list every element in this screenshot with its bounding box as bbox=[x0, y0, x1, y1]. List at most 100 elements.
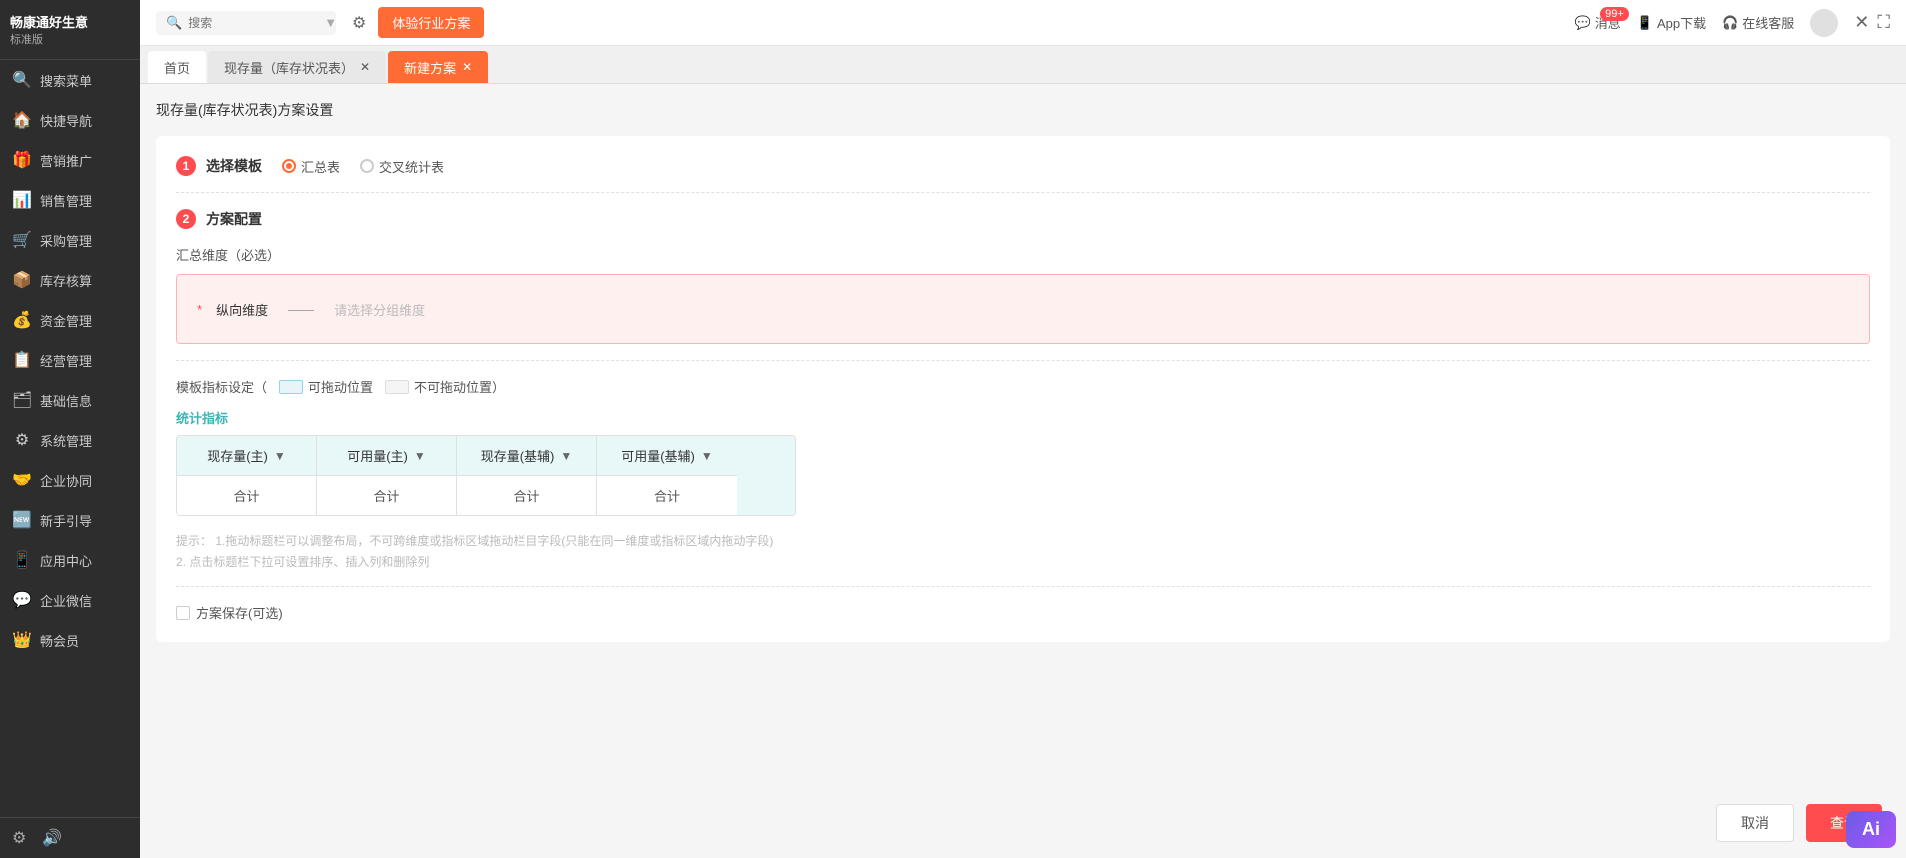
sidebar-item-sales[interactable]: 📊 销售管理 bbox=[0, 180, 140, 220]
sidebar-item-member[interactable]: 👑 畅会员 bbox=[0, 620, 140, 660]
finance-icon: 💰 bbox=[12, 310, 32, 330]
sidebar: 畅康通好生意 标准版 🔍 搜索菜单 🏠 快捷导航 🎁 营销推广 📊 销售管理 🛒… bbox=[0, 0, 140, 858]
industry-solution-button[interactable]: 体验行业方案 bbox=[378, 7, 484, 38]
non-draggable-legend-text: 不可拖动位置） bbox=[414, 377, 505, 396]
sidebar-item-label: 畅会员 bbox=[40, 631, 79, 650]
tab-home[interactable]: 首页 bbox=[148, 51, 206, 83]
radio-dot-cross bbox=[360, 159, 374, 173]
tab-inventory-status[interactable]: 现存量（库存状况表） ✕ bbox=[208, 51, 386, 83]
stats-col-3-label: 可用量(基辅) bbox=[621, 446, 695, 465]
stats-col-0-header[interactable]: 现存量(主) ▼ bbox=[177, 436, 316, 476]
search-input[interactable] bbox=[188, 16, 318, 30]
message-icon: 💬 bbox=[1575, 15, 1591, 31]
non-draggable-legend: 不可拖动位置） bbox=[385, 377, 505, 396]
purchase-icon: 🛒 bbox=[12, 230, 32, 250]
user-avatar[interactable] bbox=[1810, 9, 1838, 37]
dimension-dash: —— bbox=[288, 302, 314, 317]
tab-home-label: 首页 bbox=[164, 58, 190, 77]
expand-window-icon[interactable]: ⛶ bbox=[1877, 12, 1890, 33]
radio-summary-table[interactable]: 汇总表 bbox=[282, 157, 340, 176]
sidebar-item-inventory[interactable]: 📦 库存核算 bbox=[0, 260, 140, 300]
template-radio-group: 汇总表 交叉统计表 bbox=[282, 157, 444, 176]
stats-col-2: 现存量(基辅) ▼ 合计 bbox=[457, 436, 597, 515]
sidebar-item-wechat[interactable]: 💬 企业微信 bbox=[0, 580, 140, 620]
sidebar-item-cooperation[interactable]: 🤝 企业协同 bbox=[0, 460, 140, 500]
divider-1 bbox=[176, 192, 1870, 193]
sidebar-item-guide[interactable]: 🆕 新手引导 bbox=[0, 500, 140, 540]
sidebar-item-quick-nav[interactable]: 🏠 快捷导航 bbox=[0, 100, 140, 140]
app-name: 畅康通好生意 bbox=[10, 12, 130, 31]
sidebar-item-purchase[interactable]: 🛒 采购管理 bbox=[0, 220, 140, 260]
dropdown-icon: ▼ bbox=[324, 15, 337, 30]
indicator-settings-label: 模板指标设定（ bbox=[176, 377, 267, 396]
app-center-icon: 📱 bbox=[12, 550, 32, 570]
stats-section-label: 统计指标 bbox=[176, 408, 1870, 427]
sidebar-item-label: 系统管理 bbox=[40, 431, 92, 450]
online-service-label: 在线客服 bbox=[1742, 13, 1794, 32]
stats-col-1-header[interactable]: 可用量(主) ▼ bbox=[317, 436, 456, 476]
sidebar-nav: 🔍 搜索菜单 🏠 快捷导航 🎁 营销推广 📊 销售管理 🛒 采购管理 📦 库存核… bbox=[0, 60, 140, 817]
sidebar-item-label: 经营管理 bbox=[40, 351, 92, 370]
online-service-item[interactable]: 🎧 在线客服 bbox=[1722, 13, 1794, 32]
wechat-icon: 💬 bbox=[12, 590, 32, 610]
divider-2 bbox=[176, 360, 1870, 361]
window-controls: ✕ ⛶ bbox=[1854, 12, 1890, 33]
tabs-bar: 首页 现存量（库存状况表） ✕ 新建方案 ✕ bbox=[140, 46, 1906, 84]
stats-col-0-label: 现存量(主) bbox=[207, 446, 268, 465]
radio-cross-label: 交叉统计表 bbox=[379, 157, 444, 176]
chevron-down-icon-1: ▼ bbox=[414, 449, 426, 463]
topbar-right: 💬 消息 99+ 📱 App下载 🎧 在线客服 ✕ ⛶ bbox=[1575, 9, 1890, 37]
tab-inventory-status-close[interactable]: ✕ bbox=[360, 60, 370, 74]
draggable-legend: 可拖动位置 bbox=[279, 377, 373, 396]
stats-col-3-cell: 合计 bbox=[597, 476, 737, 515]
settings-gear-icon[interactable]: ⚙ bbox=[352, 13, 366, 33]
settings-icon[interactable]: ⚙ bbox=[12, 828, 26, 848]
radio-cross-table[interactable]: 交叉统计表 bbox=[360, 157, 444, 176]
system-icon: ⚙ bbox=[12, 430, 32, 450]
save-checkbox-label[interactable]: 方案保存(可选) bbox=[176, 603, 283, 622]
sidebar-item-marketing[interactable]: 🎁 营销推广 bbox=[0, 140, 140, 180]
dimension-selector-box[interactable]: * 纵向维度 —— 请选择分组维度 bbox=[176, 274, 1870, 344]
sidebar-item-label: 企业协同 bbox=[40, 471, 92, 490]
speaker-icon[interactable]: 🔊 bbox=[42, 828, 62, 848]
sidebar-item-finance[interactable]: 💰 资金管理 bbox=[0, 300, 140, 340]
chevron-down-icon-3: ▼ bbox=[701, 449, 713, 463]
app-edition: 标准版 bbox=[10, 31, 130, 47]
sidebar-item-app-center[interactable]: 📱 应用中心 bbox=[0, 540, 140, 580]
cancel-button[interactable]: 取消 bbox=[1716, 804, 1794, 842]
marketing-icon: 🎁 bbox=[12, 150, 32, 170]
draggable-legend-text: 可拖动位置 bbox=[308, 377, 373, 396]
inventory-icon: 📦 bbox=[12, 270, 32, 290]
stats-col-2-label: 现存量(基辅) bbox=[481, 446, 555, 465]
quick-nav-icon: 🏠 bbox=[12, 110, 32, 130]
save-checkbox[interactable] bbox=[176, 606, 190, 620]
stats-col-3-header[interactable]: 可用量(基辅) ▼ bbox=[597, 436, 737, 476]
sidebar-item-label: 营销推广 bbox=[40, 151, 92, 170]
cooperation-icon: 🤝 bbox=[12, 470, 32, 490]
settings-card: 1 选择模板 汇总表 交叉统计表 2 方案 bbox=[156, 136, 1890, 642]
step1-row: 1 选择模板 汇总表 交叉统计表 bbox=[176, 156, 1870, 176]
save-checkbox-text: 方案保存(可选) bbox=[196, 603, 283, 622]
close-window-icon[interactable]: ✕ bbox=[1854, 12, 1869, 33]
tab-new-scheme-close[interactable]: ✕ bbox=[462, 60, 472, 74]
message-item[interactable]: 💬 消息 99+ bbox=[1575, 13, 1621, 32]
step2-badge: 2 bbox=[176, 209, 196, 229]
stats-col-2-header[interactable]: 现存量(基辅) ▼ bbox=[457, 436, 596, 476]
ai-badge[interactable]: Ai bbox=[1846, 811, 1896, 848]
tab-new-scheme-label: 新建方案 bbox=[404, 58, 456, 77]
radio-summary-label: 汇总表 bbox=[301, 157, 340, 176]
sidebar-item-system[interactable]: ⚙ 系统管理 bbox=[0, 420, 140, 460]
sidebar-item-label: 库存核算 bbox=[40, 271, 92, 290]
sidebar-item-basic-info[interactable]: 🗂 基础信息 bbox=[0, 380, 140, 420]
topbar: 🔍 ▼ ⚙ 体验行业方案 💬 消息 99+ 📱 App下载 🎧 在线客服 ✕ bbox=[140, 0, 1906, 46]
radio-dot-summary bbox=[282, 159, 296, 173]
app-download-item[interactable]: 📱 App下载 bbox=[1637, 13, 1706, 32]
sidebar-item-operations[interactable]: 📋 经营管理 bbox=[0, 340, 140, 380]
app-download-label: App下载 bbox=[1657, 13, 1706, 32]
tab-new-scheme[interactable]: 新建方案 ✕ bbox=[388, 51, 488, 83]
topbar-search-box[interactable]: 🔍 ▼ bbox=[156, 11, 336, 35]
sidebar-item-search-menu[interactable]: 🔍 搜索菜单 bbox=[0, 60, 140, 100]
draggable-legend-box bbox=[279, 380, 303, 394]
step1-badge: 1 bbox=[176, 156, 196, 176]
tip-1: 提示： 1.拖动标题栏可以调整布局，不可跨维度或指标区域拖动栏目字段(只能在同一… bbox=[176, 532, 1870, 549]
